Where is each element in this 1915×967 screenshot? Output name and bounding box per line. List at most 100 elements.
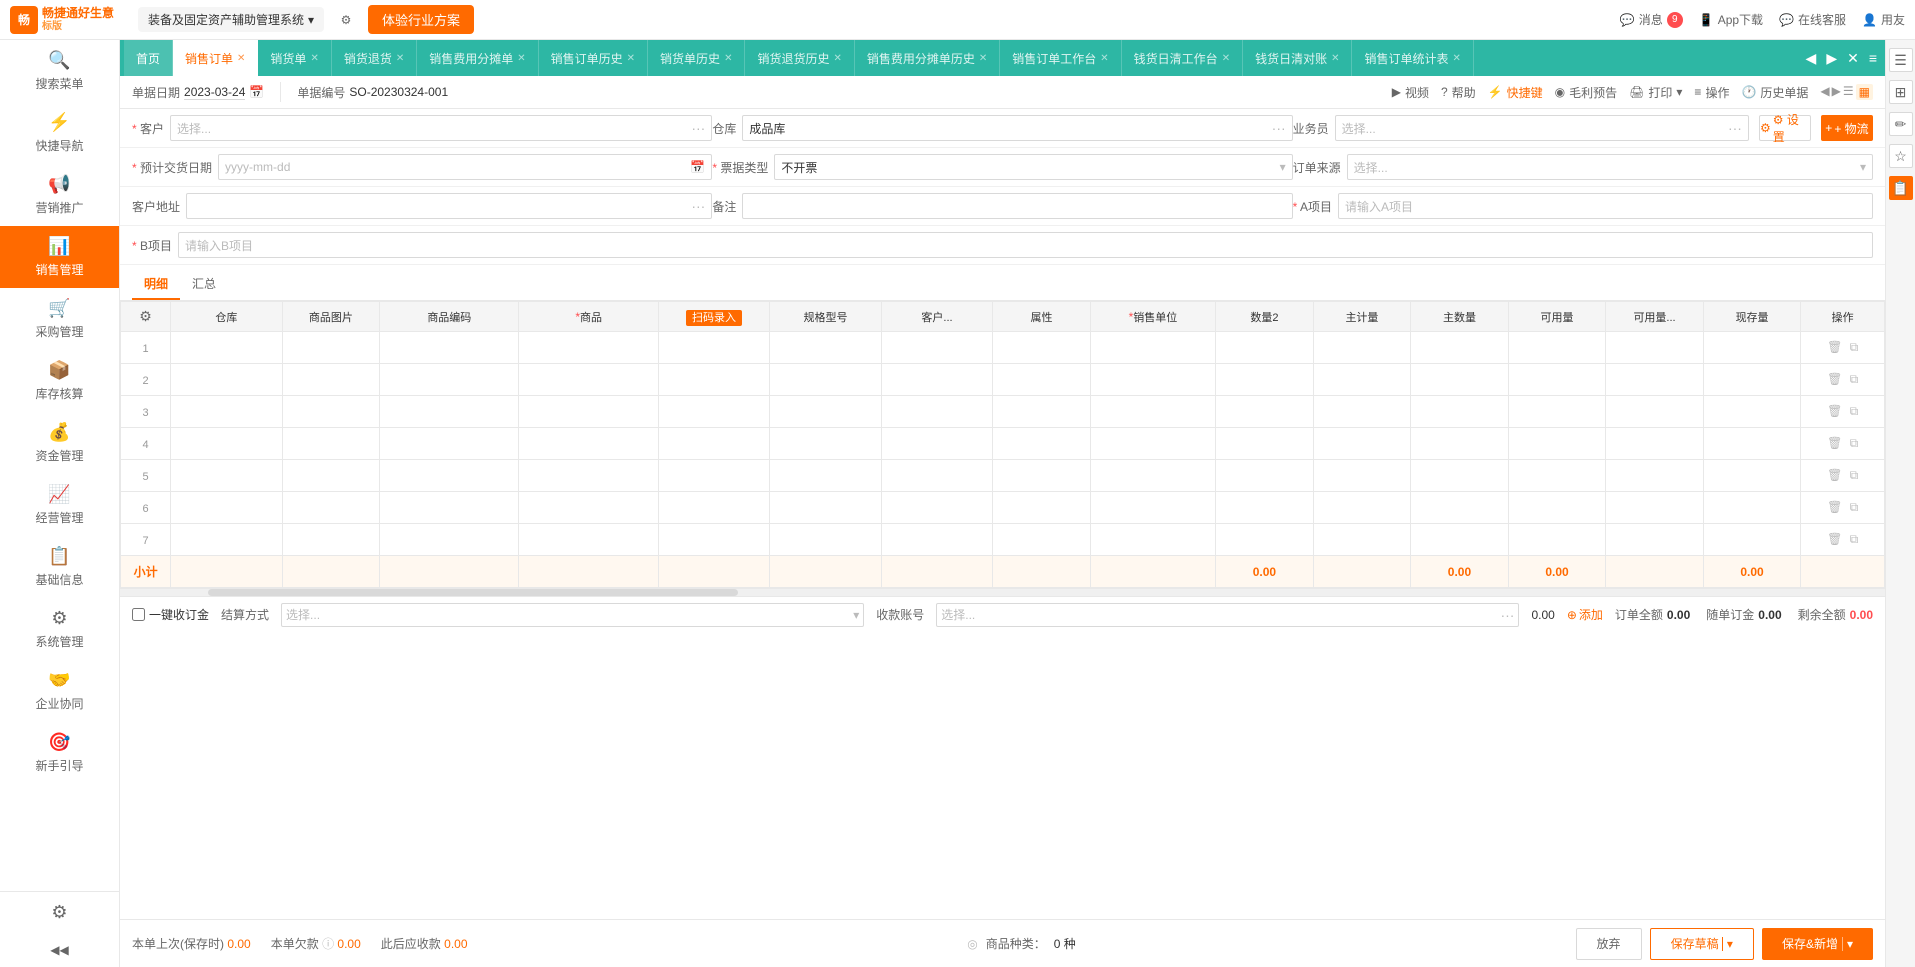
- cell-7-qty2[interactable]: [1216, 524, 1314, 556]
- nav-tab-3[interactable]: 销货退货✕: [332, 40, 417, 76]
- cell-2-warehouse[interactable]: [171, 364, 282, 396]
- cell-3-available[interactable]: [1508, 396, 1606, 428]
- cell-6-customer_no[interactable]: [881, 492, 992, 524]
- row-copy-2[interactable]: ⧉: [1850, 372, 1859, 386]
- cell-5-available[interactable]: [1508, 460, 1606, 492]
- cell-3-code[interactable]: [380, 396, 519, 428]
- cell-5-main_unit[interactable]: [1313, 460, 1411, 492]
- sidebar-item-9[interactable]: ⚙系统管理: [0, 598, 119, 660]
- nav-tab-6[interactable]: 销货单历史✕: [648, 40, 745, 76]
- nav-tab-1[interactable]: 销售订单✕: [173, 40, 258, 76]
- cell-7-spec[interactable]: [770, 524, 881, 556]
- cell-7-main_unit[interactable]: [1313, 524, 1411, 556]
- right-panel-icon-2[interactable]: ⊞: [1889, 80, 1913, 104]
- app-download-item[interactable]: 📱 App下载: [1699, 11, 1763, 28]
- cell-6-warehouse[interactable]: [171, 492, 282, 524]
- cell-3-product[interactable]: [519, 396, 658, 428]
- cell-4-available2[interactable]: [1606, 428, 1704, 460]
- industry-btn[interactable]: 体验行业方案: [368, 5, 474, 34]
- cell-1-code[interactable]: [380, 332, 519, 364]
- user-item[interactable]: 👤 用友: [1862, 11, 1905, 28]
- cell-4-img[interactable]: [282, 428, 380, 460]
- settings-button[interactable]: ⚙: [332, 6, 360, 34]
- cell-6-img[interactable]: [282, 492, 380, 524]
- cell-1-current_stock[interactable]: [1703, 332, 1801, 364]
- cell-3-unit[interactable]: [1090, 396, 1215, 428]
- sidebar-item-10[interactable]: 🤝企业协同: [0, 660, 119, 722]
- row-delete-2[interactable]: 🗑: [1827, 372, 1842, 386]
- cell-6-spec[interactable]: [770, 492, 881, 524]
- sidebar-item-11[interactable]: 🎯新手引导: [0, 722, 119, 784]
- salesperson-input[interactable]: 选择... ···: [1335, 115, 1749, 141]
- cell-3-attr[interactable]: [993, 396, 1091, 428]
- cell-1-attr[interactable]: [993, 332, 1091, 364]
- cell-7-main_qty[interactable]: [1411, 524, 1509, 556]
- sidebar-item-7[interactable]: 📈经营管理: [0, 474, 119, 536]
- cell-2-spec[interactable]: [770, 364, 881, 396]
- nav-tab-10[interactable]: 钱货日清工作台✕: [1122, 40, 1243, 76]
- tab-close-4[interactable]: ✕: [517, 53, 525, 64]
- col-header-scan[interactable]: 扫码录入: [658, 302, 769, 332]
- nav-menu[interactable]: ≡: [1865, 48, 1881, 68]
- cell-6-main_qty[interactable]: [1411, 492, 1509, 524]
- cell-7-customer_no[interactable]: [881, 524, 992, 556]
- toolbar-print[interactable]: 🖨 打印 ▾: [1629, 84, 1682, 101]
- cell-2-product[interactable]: [519, 364, 658, 396]
- nav-tab-5[interactable]: 销售订单历史✕: [539, 40, 648, 76]
- expected-date-input[interactable]: yyyy-mm-dd 📅: [218, 154, 712, 180]
- add-row-btn[interactable]: + + 物流: [1821, 115, 1873, 141]
- cell-7-attr[interactable]: [993, 524, 1091, 556]
- sidebar-item-2[interactable]: 📢营销推广: [0, 164, 119, 226]
- nav-tab-9[interactable]: 销售订单工作台✕: [1000, 40, 1121, 76]
- cell-2-qty2[interactable]: [1216, 364, 1314, 396]
- cell-6-main_unit[interactable]: [1313, 492, 1411, 524]
- b-project-input[interactable]: 请输入B项目: [178, 232, 1873, 258]
- cell-1-product[interactable]: [519, 332, 658, 364]
- cell-3-main_unit[interactable]: [1313, 396, 1411, 428]
- cell-5-current_stock[interactable]: [1703, 460, 1801, 492]
- cell-1-spec[interactable]: [770, 332, 881, 364]
- cell-7-available[interactable]: [1508, 524, 1606, 556]
- scan-btn[interactable]: 扫码录入: [686, 310, 742, 326]
- cell-6-qty2[interactable]: [1216, 492, 1314, 524]
- cell-7-product[interactable]: [519, 524, 658, 556]
- sidebar-item-4[interactable]: 🛒采购管理: [0, 288, 119, 350]
- tab-close-10[interactable]: ✕: [1222, 53, 1230, 64]
- cell-6-attr[interactable]: [993, 492, 1091, 524]
- row-copy-4[interactable]: ⧉: [1850, 436, 1859, 450]
- invoice-input[interactable]: 不开票 ▾: [774, 154, 1292, 180]
- cell-1-main_qty[interactable]: [1411, 332, 1509, 364]
- row-delete-1[interactable]: 🗑: [1827, 340, 1842, 354]
- cell-7-unit[interactable]: [1090, 524, 1215, 556]
- save-new-button[interactable]: 保存&新增 ▾: [1762, 928, 1873, 960]
- cell-2-main_unit[interactable]: [1313, 364, 1411, 396]
- account-more-icon[interactable]: ···: [1500, 607, 1514, 623]
- cell-4-scan[interactable]: [658, 428, 769, 460]
- grid-view-icon[interactable]: ▦: [1856, 84, 1873, 100]
- tab-close-1[interactable]: ✕: [237, 53, 245, 64]
- cell-3-current_stock[interactable]: [1703, 396, 1801, 428]
- row-copy-1[interactable]: ⧉: [1850, 340, 1859, 354]
- cell-3-main_qty[interactable]: [1411, 396, 1509, 428]
- row-copy-5[interactable]: ⧉: [1850, 468, 1859, 482]
- cell-2-available2[interactable]: [1606, 364, 1704, 396]
- save-draft-button[interactable]: 保存草稿 ▾: [1650, 928, 1754, 960]
- date-value[interactable]: 2023-03-24: [184, 85, 245, 100]
- cell-4-code[interactable]: [380, 428, 519, 460]
- cell-5-spec[interactable]: [770, 460, 881, 492]
- sidebar-item-5[interactable]: 📦库存核算: [0, 350, 119, 412]
- tab-close-12[interactable]: ✕: [1453, 53, 1461, 64]
- cell-2-current_stock[interactable]: [1703, 364, 1801, 396]
- tab-close-6[interactable]: ✕: [724, 53, 732, 64]
- cell-3-qty2[interactable]: [1216, 396, 1314, 428]
- cell-5-main_qty[interactable]: [1411, 460, 1509, 492]
- detail-tab-1[interactable]: 汇总: [180, 269, 228, 300]
- a-project-input[interactable]: 请输入A项目: [1338, 193, 1873, 219]
- cell-3-img[interactable]: [282, 396, 380, 428]
- sidebar-item-8[interactable]: 📋基础信息: [0, 536, 119, 598]
- online-service-item[interactable]: 💬 在线客服: [1779, 11, 1846, 28]
- right-panel-icon-1[interactable]: ☰: [1889, 48, 1913, 72]
- nav-next-arrow[interactable]: ▶: [1822, 48, 1841, 69]
- cell-2-code[interactable]: [380, 364, 519, 396]
- cell-4-available[interactable]: [1508, 428, 1606, 460]
